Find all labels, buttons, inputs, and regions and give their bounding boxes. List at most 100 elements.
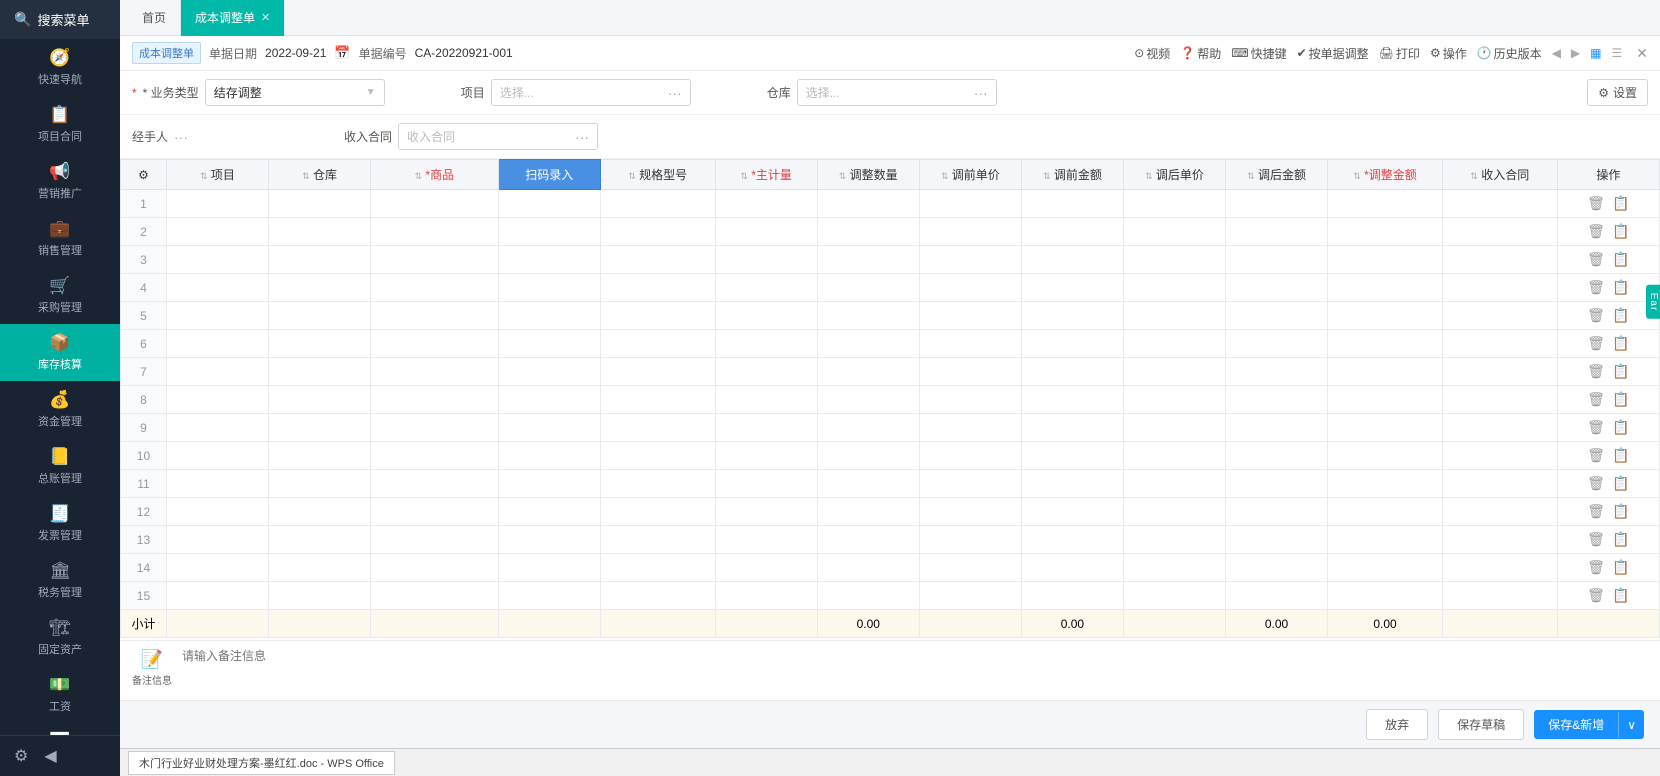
table-cell[interactable] (919, 218, 1021, 246)
table-cell[interactable] (1021, 414, 1123, 442)
table-cell[interactable] (166, 246, 268, 274)
table-cell[interactable] (600, 470, 715, 498)
table-cell[interactable] (1021, 218, 1123, 246)
sidebar-item-inventory-calc[interactable]: 📦 库存核算 (0, 324, 120, 381)
table-cell[interactable] (715, 470, 817, 498)
col-adjust-amount[interactable]: ⇅ *调整金额 (1328, 160, 1443, 190)
copy-row-btn[interactable]: 📋 (1610, 195, 1631, 212)
table-cell[interactable] (600, 302, 715, 330)
table-cell[interactable] (1328, 414, 1443, 442)
table-cell[interactable] (817, 302, 919, 330)
table-cell[interactable] (371, 582, 499, 610)
table-cell[interactable] (498, 582, 600, 610)
table-cell[interactable] (1021, 302, 1123, 330)
table-cell[interactable] (919, 246, 1021, 274)
delete-row-btn[interactable]: 🗑 (1585, 503, 1607, 520)
sidebar-item-sales-mgmt[interactable]: 💼 销售管理 (0, 210, 120, 267)
col-after-price[interactable]: ⇅ 调后单价 (1123, 160, 1225, 190)
table-cell[interactable] (498, 470, 600, 498)
table-cell[interactable] (1328, 526, 1443, 554)
table-cell[interactable] (715, 386, 817, 414)
table-cell[interactable] (1021, 582, 1123, 610)
table-cell[interactable] (715, 302, 817, 330)
table-cell[interactable] (1442, 442, 1557, 470)
sidebar-item-sales-promotion[interactable]: 📢 营销推广 (0, 153, 120, 210)
table-cell[interactable] (166, 330, 268, 358)
table-cell[interactable] (817, 358, 919, 386)
sidebar-item-invoice-mgmt[interactable]: 🧾 发票管理 (0, 495, 120, 552)
table-cell[interactable] (817, 498, 919, 526)
table-cell[interactable] (1123, 218, 1225, 246)
table-cell[interactable] (166, 302, 268, 330)
table-cell[interactable] (817, 442, 919, 470)
table-cell[interactable] (1328, 190, 1443, 218)
handler-dots[interactable]: ··· (174, 129, 188, 145)
col-before-price[interactable]: ⇅ 调前单价 (919, 160, 1021, 190)
table-cell[interactable] (1123, 554, 1225, 582)
table-cell[interactable] (371, 386, 499, 414)
table-cell[interactable] (1328, 498, 1443, 526)
table-cell[interactable] (1442, 358, 1557, 386)
table-cell[interactable] (600, 442, 715, 470)
table-cell[interactable] (166, 386, 268, 414)
table-cell[interactable] (600, 498, 715, 526)
delete-row-btn[interactable]: 🗑 (1585, 223, 1607, 240)
table-cell[interactable] (1021, 554, 1123, 582)
table-cell[interactable] (166, 218, 268, 246)
table-cell[interactable] (1226, 302, 1328, 330)
table-cell[interactable] (371, 470, 499, 498)
table-cell[interactable] (919, 554, 1021, 582)
wps-tab[interactable]: 木门行业好业财处理方案-墨红红.doc - WPS Office (128, 751, 395, 775)
table-cell[interactable] (715, 330, 817, 358)
table-cell[interactable] (371, 358, 499, 386)
table-cell[interactable] (498, 274, 600, 302)
table-cell[interactable] (817, 190, 919, 218)
table-cell[interactable] (1123, 442, 1225, 470)
copy-row-btn[interactable]: 📋 (1610, 223, 1631, 240)
table-cell[interactable] (1021, 442, 1123, 470)
grid-view-icon[interactable]: ▦ (1590, 46, 1601, 60)
table-cell[interactable] (498, 386, 600, 414)
table-cell[interactable] (715, 218, 817, 246)
table-cell[interactable] (1328, 470, 1443, 498)
table-cell[interactable] (1442, 498, 1557, 526)
table-cell[interactable] (498, 498, 600, 526)
table-cell[interactable] (166, 582, 268, 610)
table-cell[interactable] (371, 330, 499, 358)
toolbar-help[interactable]: ❓ 帮助 (1180, 45, 1221, 62)
table-cell[interactable] (269, 274, 371, 302)
col-adjust-qty[interactable]: ⇅ 调整数量 (817, 160, 919, 190)
table-cell[interactable] (1226, 526, 1328, 554)
delete-row-btn[interactable]: 🗑 (1585, 363, 1607, 380)
sidebar-item-tax-mgmt[interactable]: 🏛 税务管理 (0, 552, 120, 609)
col-after-amount[interactable]: ⇅ 调后金额 (1226, 160, 1328, 190)
table-cell[interactable] (715, 554, 817, 582)
table-cell[interactable] (166, 554, 268, 582)
col-product[interactable]: ⇅ *商品 (371, 160, 499, 190)
table-cell[interactable] (919, 330, 1021, 358)
copy-row-btn[interactable]: 📋 (1610, 335, 1631, 352)
table-cell[interactable] (1123, 470, 1225, 498)
sidebar-item-purchase-mgmt[interactable]: 🛒 采购管理 (0, 267, 120, 324)
table-cell[interactable] (1123, 190, 1225, 218)
table-cell[interactable] (715, 246, 817, 274)
table-cell[interactable] (919, 526, 1021, 554)
table-cell[interactable] (498, 442, 600, 470)
table-cell[interactable] (817, 386, 919, 414)
delete-row-btn[interactable]: 🗑 (1585, 335, 1607, 352)
table-cell[interactable] (1328, 246, 1443, 274)
table-cell[interactable] (1226, 190, 1328, 218)
delete-row-btn[interactable]: 🗑 (1585, 587, 1607, 604)
table-cell[interactable] (1021, 274, 1123, 302)
table-cell[interactable] (919, 442, 1021, 470)
delete-row-btn[interactable]: 🗑 (1585, 559, 1607, 576)
table-cell[interactable] (498, 554, 600, 582)
table-cell[interactable] (600, 526, 715, 554)
copy-row-btn[interactable]: 📋 (1610, 391, 1631, 408)
right-panel-indicator[interactable]: Ear (1646, 284, 1660, 319)
settings-btn[interactable]: ⚙ 设置 (1587, 79, 1648, 106)
table-cell[interactable] (1123, 582, 1225, 610)
delete-row-btn[interactable]: 🗑 (1585, 475, 1607, 492)
table-cell[interactable] (1021, 330, 1123, 358)
table-cell[interactable] (269, 498, 371, 526)
